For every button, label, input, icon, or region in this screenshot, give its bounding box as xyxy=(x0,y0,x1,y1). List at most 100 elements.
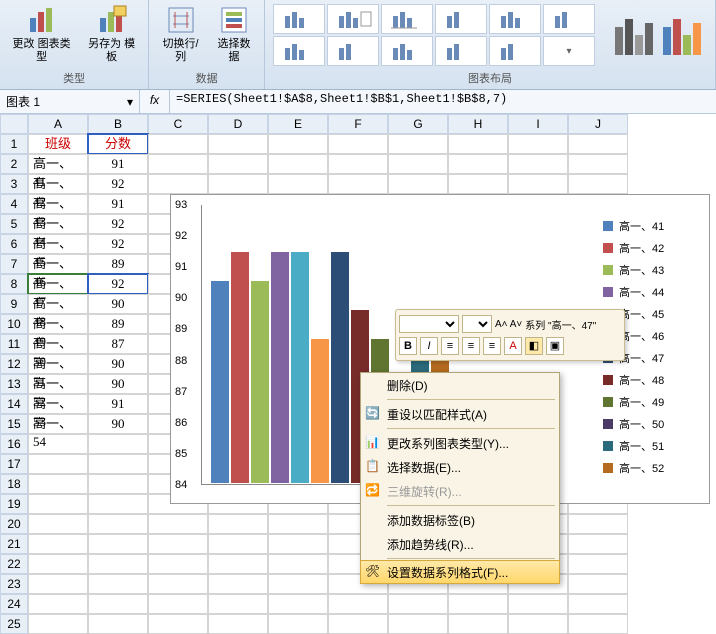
cell[interactable] xyxy=(28,454,88,474)
align-left-button[interactable]: ≡ xyxy=(441,337,459,355)
align-center-button[interactable]: ≡ xyxy=(462,337,480,355)
menu-select-data[interactable]: 📋选择数据(E)... xyxy=(361,455,559,479)
column-header[interactable]: J xyxy=(568,114,628,134)
cell[interactable]: 高一、51 xyxy=(28,354,88,374)
layout-option[interactable] xyxy=(273,4,325,34)
menu-delete[interactable]: 删除(D) xyxy=(361,373,559,397)
row-header[interactable]: 15 xyxy=(0,414,28,434)
switch-row-col-button[interactable]: 切换行/列 xyxy=(155,2,206,66)
layout-option[interactable] xyxy=(381,4,433,34)
cell[interactable] xyxy=(568,614,628,634)
chart-layout-gallery[interactable]: ▾ xyxy=(271,2,597,68)
chart-bar[interactable] xyxy=(311,339,329,483)
row-header[interactable]: 5 xyxy=(0,214,28,234)
cell[interactable]: 高一、45 xyxy=(28,234,88,254)
row-header[interactable]: 12 xyxy=(0,354,28,374)
column-header[interactable]: E xyxy=(268,114,328,134)
cell[interactable]: 高一、46 xyxy=(28,254,88,274)
cell[interactable]: 高一、41 xyxy=(28,154,88,174)
cell[interactable]: 90 xyxy=(88,354,148,374)
cell[interactable] xyxy=(88,454,148,474)
legend-item[interactable]: 高一、50 xyxy=(603,413,703,435)
cell[interactable]: 高一、48 xyxy=(28,294,88,314)
row-header[interactable]: 24 xyxy=(0,594,28,614)
cell[interactable] xyxy=(208,574,268,594)
row-header[interactable]: 25 xyxy=(0,614,28,634)
cell[interactable]: 89 xyxy=(88,254,148,274)
layout-option[interactable] xyxy=(435,4,487,34)
cell[interactable] xyxy=(388,174,448,194)
cell[interactable] xyxy=(448,614,508,634)
column-header[interactable]: F xyxy=(328,114,388,134)
cell[interactable] xyxy=(388,594,448,614)
cell[interactable] xyxy=(28,434,88,454)
menu-add-trendline[interactable]: 添加趋势线(R)... xyxy=(361,532,559,556)
layout-option[interactable] xyxy=(489,4,541,34)
cell[interactable] xyxy=(148,514,208,534)
cell[interactable] xyxy=(28,614,88,634)
column-header[interactable]: C xyxy=(148,114,208,134)
cell[interactable]: 高一、42 xyxy=(28,174,88,194)
column-header[interactable]: I xyxy=(508,114,568,134)
cell[interactable] xyxy=(28,514,88,534)
menu-reset-style[interactable]: 🔄重设以匹配样式(A) xyxy=(361,402,559,426)
cell[interactable]: 高一、44 xyxy=(28,214,88,234)
cell[interactable] xyxy=(388,614,448,634)
cell[interactable] xyxy=(388,154,448,174)
cell[interactable]: 91 xyxy=(88,194,148,214)
cell[interactable]: 92 xyxy=(88,274,148,294)
row-header[interactable]: 14 xyxy=(0,394,28,414)
cell[interactable] xyxy=(148,594,208,614)
chart-bar[interactable] xyxy=(251,281,269,483)
save-template-button[interactable]: 另存为 模板 xyxy=(81,2,142,66)
legend-item[interactable]: 高一、43 xyxy=(603,259,703,281)
cell[interactable] xyxy=(268,534,328,554)
align-right-button[interactable]: ≡ xyxy=(483,337,501,355)
cell[interactable] xyxy=(508,594,568,614)
cell[interactable] xyxy=(268,594,328,614)
select-all-corner[interactable] xyxy=(0,114,28,134)
cell[interactable] xyxy=(268,174,328,194)
fill-color-button[interactable]: ◧ xyxy=(525,337,543,355)
cell[interactable]: 高一、43 xyxy=(28,194,88,214)
row-header[interactable]: 8 xyxy=(0,274,28,294)
legend-item[interactable]: 高一、42 xyxy=(603,237,703,259)
layout-option[interactable] xyxy=(273,36,325,66)
cell[interactable] xyxy=(88,434,148,454)
column-header[interactable]: D xyxy=(208,114,268,134)
font-color-button[interactable]: A xyxy=(504,337,522,355)
legend-item[interactable]: 高一、51 xyxy=(603,435,703,457)
cell[interactable] xyxy=(208,554,268,574)
change-chart-type-button[interactable]: 更改 图表类型 xyxy=(6,2,77,66)
cell[interactable] xyxy=(268,514,328,534)
layout-option[interactable] xyxy=(543,4,595,34)
row-header[interactable]: 9 xyxy=(0,294,28,314)
cell[interactable] xyxy=(568,514,628,534)
chart-bar[interactable] xyxy=(331,252,349,483)
cell[interactable] xyxy=(88,574,148,594)
row-header[interactable]: 7 xyxy=(0,254,28,274)
chart-bar[interactable] xyxy=(211,281,229,483)
row-header[interactable]: 1 xyxy=(0,134,28,154)
row-header[interactable]: 10 xyxy=(0,314,28,334)
cell[interactable] xyxy=(148,154,208,174)
cell[interactable]: 高一、52 xyxy=(28,374,88,394)
cell[interactable]: 高一、53 xyxy=(28,394,88,414)
row-header[interactable]: 13 xyxy=(0,374,28,394)
cell[interactable] xyxy=(328,614,388,634)
cell[interactable] xyxy=(148,534,208,554)
italic-button[interactable]: I xyxy=(420,337,438,355)
cell[interactable] xyxy=(208,154,268,174)
cell[interactable]: 分数 xyxy=(88,134,148,154)
cell[interactable] xyxy=(208,134,268,154)
cell[interactable] xyxy=(568,534,628,554)
cell[interactable] xyxy=(568,594,628,614)
cell[interactable]: 92 xyxy=(88,214,148,234)
column-header[interactable]: B xyxy=(88,114,148,134)
cell[interactable] xyxy=(328,174,388,194)
row-header[interactable]: 19 xyxy=(0,494,28,514)
cell[interactable]: 高一、54 xyxy=(28,414,88,434)
cell[interactable]: 高一、47 xyxy=(28,274,88,294)
cell[interactable] xyxy=(208,594,268,614)
row-header[interactable]: 22 xyxy=(0,554,28,574)
